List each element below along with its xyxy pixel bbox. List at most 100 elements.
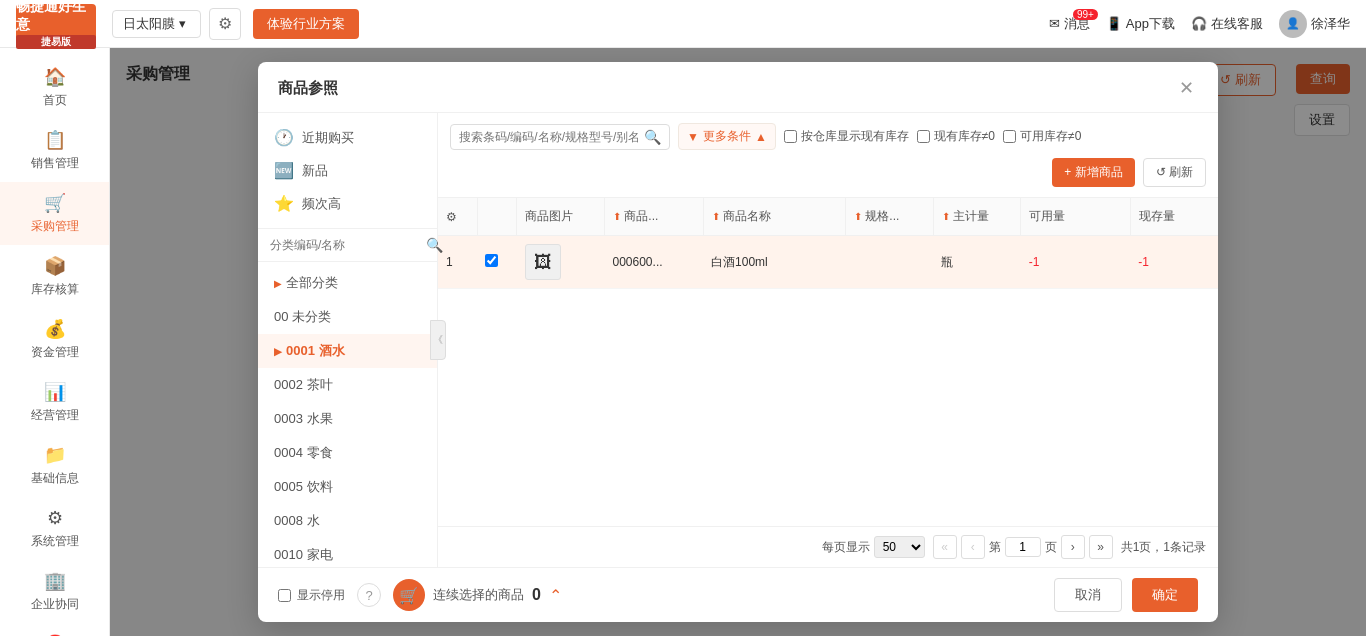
warehouse-filter[interactable]: 按仓库显示现有库存 bbox=[784, 128, 909, 145]
product-table: ⚙ 商品图片 ⬆ 商品... ⬆ 商品名称 bbox=[438, 198, 1218, 289]
product-search-input[interactable] bbox=[459, 130, 638, 144]
first-page-button[interactable]: « bbox=[933, 535, 957, 559]
col-code[interactable]: ⬆ 商品... bbox=[605, 198, 704, 236]
cart-collapse-icon[interactable]: ⌃ bbox=[549, 586, 562, 605]
product-search-icon[interactable]: 🔍 bbox=[644, 129, 661, 145]
footer-actions: 取消 确定 bbox=[1054, 578, 1198, 612]
col-settings[interactable]: ⚙ bbox=[438, 198, 477, 236]
col-stock: 现存量 bbox=[1130, 198, 1218, 236]
sidebar-item-finance[interactable]: 💰 资金管理 bbox=[0, 308, 109, 371]
category-search-icon[interactable]: 🔍 bbox=[426, 237, 443, 253]
modal-header: 商品参照 ✕ bbox=[258, 62, 1218, 113]
online-service-btn[interactable]: 🎧 在线客服 bbox=[1191, 15, 1263, 33]
store-selector[interactable]: 日太阳膜 ▾ bbox=[112, 10, 201, 38]
page-size-select[interactable]: 10 20 50 100 bbox=[874, 536, 925, 558]
cart-icon[interactable]: 🛒 bbox=[393, 579, 425, 611]
modal-overlay: 商品参照 ✕ 🕐 近期购买 🆕 bbox=[110, 48, 1366, 636]
enterprise-sidebar-icon: 🏢 bbox=[44, 570, 66, 592]
settings-icon[interactable]: ⚙ bbox=[209, 8, 241, 40]
product-panel: 🔍 ▼ 更多条件 ▲ 按仓库显示现有库存 bbox=[438, 113, 1218, 567]
modal-body: 🕐 近期购买 🆕 新品 ⭐ 频次高 bbox=[258, 113, 1218, 567]
category-search-input[interactable] bbox=[270, 238, 420, 252]
category-c0008[interactable]: 0008 水 bbox=[258, 504, 437, 538]
sidebar-item-purchase[interactable]: 🛒 采购管理 bbox=[0, 182, 109, 245]
help-button[interactable]: ? bbox=[357, 583, 381, 607]
avatar: 👤 bbox=[1279, 10, 1307, 38]
cancel-button[interactable]: 取消 bbox=[1054, 578, 1122, 612]
basics-sidebar-icon: 📁 bbox=[44, 444, 66, 466]
filter-arrow-icon: ▲ bbox=[755, 130, 767, 144]
user-menu[interactable]: 👤 徐泽华 bbox=[1279, 10, 1350, 38]
refresh-button[interactable]: ↺ 刷新 bbox=[1143, 158, 1206, 187]
col-unit[interactable]: ⬆ 主计量 bbox=[933, 198, 1021, 236]
available-checkbox[interactable] bbox=[917, 130, 930, 143]
sidebar-label-operations: 经营管理 bbox=[31, 407, 79, 424]
category-c0010[interactable]: 0010 家电 bbox=[258, 538, 437, 567]
category-c0001[interactable]: ▶ 0001 酒水 bbox=[258, 334, 437, 368]
panel-collapse-button[interactable]: 《 bbox=[430, 320, 446, 360]
row-checkbox[interactable] bbox=[485, 254, 498, 267]
sidebar-item-sales[interactable]: 📋 销售管理 bbox=[0, 119, 109, 182]
usable-filter[interactable]: 可用库存≠0 bbox=[1003, 128, 1081, 145]
modal-close-button[interactable]: ✕ bbox=[1174, 76, 1198, 100]
confirm-button[interactable]: 确定 bbox=[1132, 578, 1198, 612]
row-code: 000600... bbox=[605, 236, 704, 289]
product-reference-modal: 商品参照 ✕ 🕐 近期购买 🆕 bbox=[258, 62, 1218, 622]
quick-filter-recent[interactable]: 🕐 近期购买 bbox=[258, 121, 437, 154]
sidebar-label-sales: 销售管理 bbox=[31, 155, 79, 172]
next-page-button[interactable]: › bbox=[1061, 535, 1085, 559]
page-number-input[interactable] bbox=[1005, 537, 1041, 557]
star-icon: ⭐ bbox=[274, 194, 294, 213]
new-icon: 🆕 bbox=[274, 161, 294, 180]
page-size-selector: 每页显示 10 20 50 100 bbox=[822, 536, 925, 558]
pagination-summary: 共1页，1条记录 bbox=[1121, 539, 1206, 556]
sidebar-label-home: 首页 bbox=[43, 92, 67, 109]
more-filter-button[interactable]: ▼ 更多条件 ▲ bbox=[678, 123, 776, 150]
sidebar-item-system[interactable]: ⚙ 系统管理 bbox=[0, 497, 109, 560]
add-product-button[interactable]: + 新增商品 bbox=[1052, 158, 1134, 187]
trial-button[interactable]: 体验行业方案 bbox=[253, 9, 359, 39]
category-c0003[interactable]: 0003 水果 bbox=[258, 402, 437, 436]
row-image-cell: 🖼 bbox=[517, 236, 605, 289]
sidebar-label-inventory: 库存核算 bbox=[31, 281, 79, 298]
col-checkbox bbox=[477, 198, 516, 236]
row-available: -1 bbox=[1021, 236, 1131, 289]
product-table-container: ⚙ 商品图片 ⬆ 商品... ⬆ 商品名称 bbox=[438, 198, 1218, 526]
warehouse-checkbox[interactable] bbox=[784, 130, 797, 143]
sidebar-item-enterprise[interactable]: 🏢 企业协同 bbox=[0, 560, 109, 623]
col-name[interactable]: ⬆ 商品名称 bbox=[703, 198, 845, 236]
modal-title: 商品参照 bbox=[278, 79, 338, 98]
prev-page-button[interactable]: ‹ bbox=[961, 535, 985, 559]
last-page-button[interactable]: » bbox=[1089, 535, 1113, 559]
messages-btn[interactable]: ✉ 消息 99+ bbox=[1049, 15, 1090, 33]
sidebar-item-home[interactable]: 🏠 首页 bbox=[0, 56, 109, 119]
sidebar: 🏠 首页 📋 销售管理 🛒 采购管理 📦 库存核算 💰 资金管理 📊 经营管理 … bbox=[0, 48, 110, 636]
app-logo: 畅捷通好生意 捷易版 bbox=[16, 4, 96, 44]
toolbar-right: + 新增商品 ↺ 刷新 bbox=[1052, 158, 1206, 187]
category-c0005[interactable]: 0005 饮料 bbox=[258, 470, 437, 504]
quick-filter-new[interactable]: 🆕 新品 bbox=[258, 154, 437, 187]
app-download-btn[interactable]: 📱 App下载 bbox=[1106, 15, 1175, 33]
sidebar-item-basics[interactable]: 📁 基础信息 bbox=[0, 434, 109, 497]
product-thumbnail: 🖼 bbox=[525, 244, 561, 280]
row-checkbox-cell[interactable] bbox=[477, 236, 516, 289]
quick-filter-frequent[interactable]: ⭐ 频次高 bbox=[258, 187, 437, 220]
col-spec[interactable]: ⬆ 规格... bbox=[846, 198, 934, 236]
category-c0002[interactable]: 0002 茶叶 bbox=[258, 368, 437, 402]
main-layout: 🏠 首页 📋 销售管理 🛒 采购管理 📦 库存核算 💰 资金管理 📊 经营管理 … bbox=[0, 48, 1366, 636]
table-row[interactable]: 1 🖼 000600... 白酒100ml bbox=[438, 236, 1218, 289]
show-disabled-toggle[interactable]: 显示停用 bbox=[278, 587, 345, 604]
available-filter[interactable]: 现有库存≠0 bbox=[917, 128, 995, 145]
modal-footer: 显示停用 ? 🛒 连续选择的商品 0 ⌃ 取消 确定 bbox=[258, 567, 1218, 622]
sidebar-item-guide[interactable]: 🎯 新手引导 bbox=[0, 623, 109, 636]
sort-icon-unit: ⬆ bbox=[942, 211, 950, 222]
category-c0004[interactable]: 0004 零食 bbox=[258, 436, 437, 470]
category-c00[interactable]: 00 未分类 bbox=[258, 300, 437, 334]
sidebar-item-inventory[interactable]: 📦 库存核算 bbox=[0, 245, 109, 308]
usable-checkbox[interactable] bbox=[1003, 130, 1016, 143]
sidebar-item-operations[interactable]: 📊 经营管理 bbox=[0, 371, 109, 434]
category-panel: 🕐 近期购买 🆕 新品 ⭐ 频次高 bbox=[258, 113, 438, 567]
category-all[interactable]: ▶ 全部分类 bbox=[258, 266, 437, 300]
sort-icon-spec: ⬆ bbox=[854, 211, 862, 222]
show-disabled-checkbox[interactable] bbox=[278, 589, 291, 602]
